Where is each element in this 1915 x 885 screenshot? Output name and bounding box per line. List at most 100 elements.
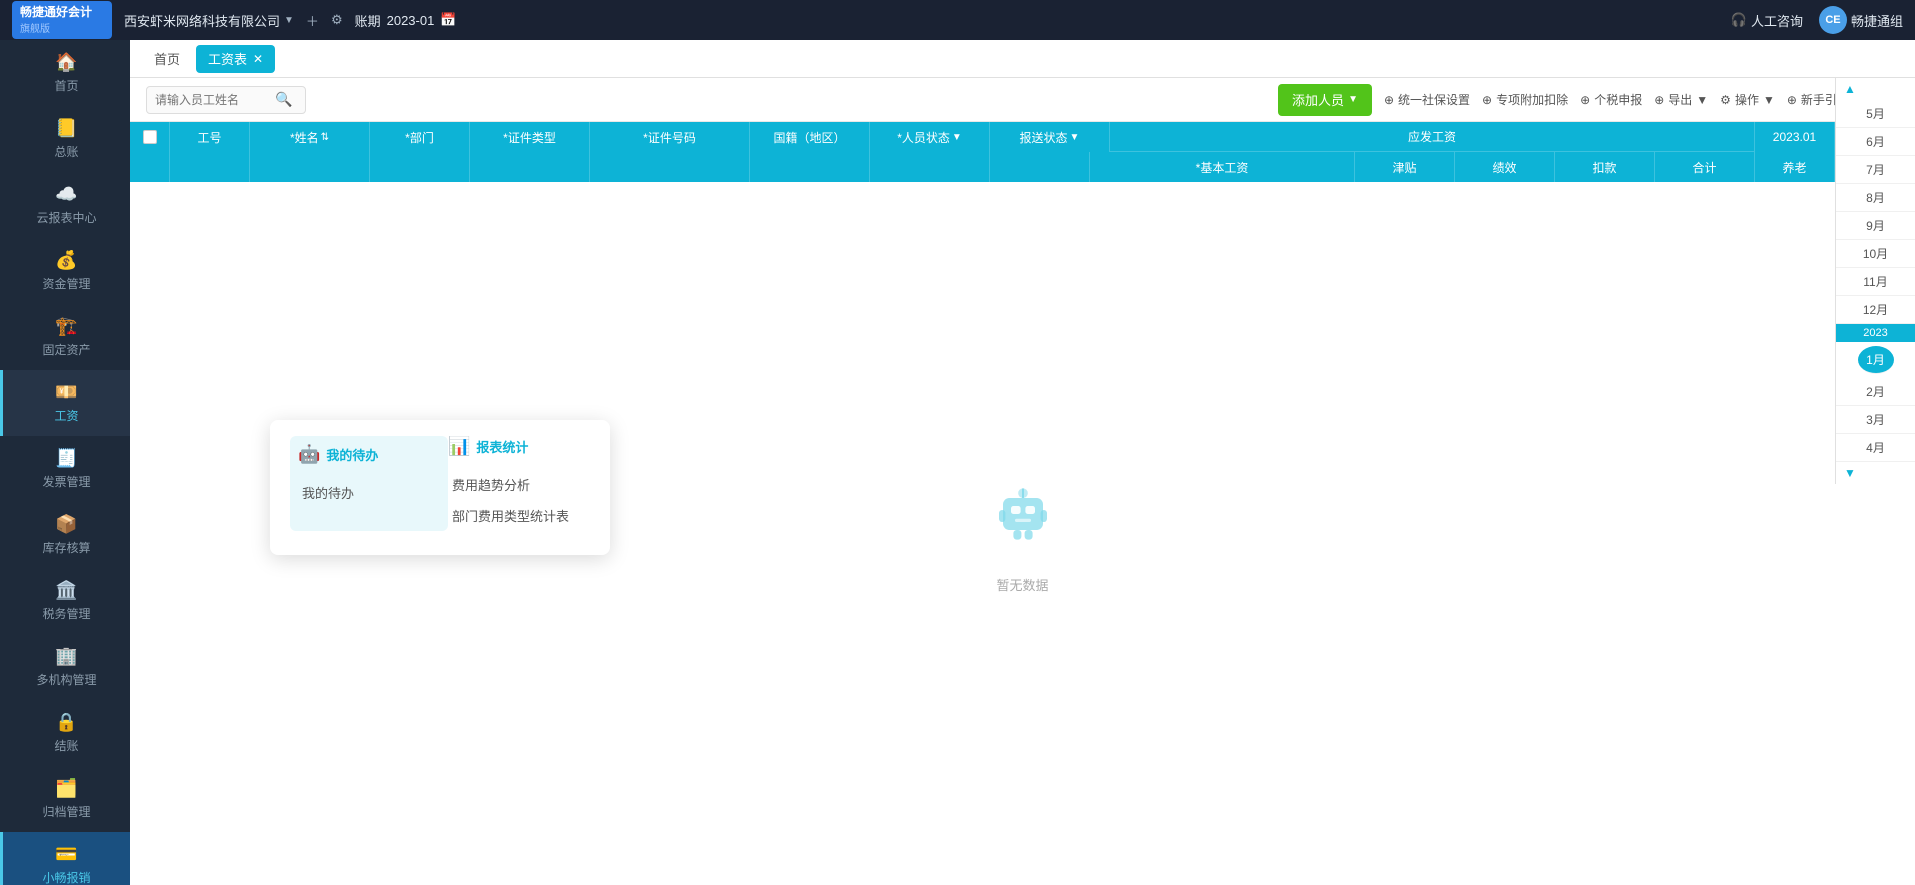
operation-btn[interactable]: ⚙ 操作 ▼: [1720, 91, 1775, 108]
top-bar: 畅捷通好会计 旗舰版 西安虾米网络科技有限公司 ▼ ＋ ⚙ 账期 2023-01…: [0, 0, 1915, 40]
month-item-4[interactable]: 4月: [1836, 434, 1915, 462]
sidebar-label-xiaochang: 小畅报销: [42, 869, 90, 885]
sort-xingming-icon[interactable]: ⇅: [321, 132, 329, 143]
invoice-icon: 🧾: [55, 448, 77, 469]
robot-icon: [983, 474, 1063, 554]
popup-col-report: 📊 报表统计 费用趋势分析 部门费用类型统计表: [448, 436, 590, 531]
popup-item-dept-cost[interactable]: 部门费用类型统计表: [448, 500, 590, 531]
sub-empty9: [990, 152, 1090, 182]
search-input[interactable]: [155, 93, 275, 107]
month-panel-nav-up[interactable]: ▲: [1836, 78, 1915, 100]
month-item-7[interactable]: 7月: [1836, 156, 1915, 184]
main-layout: 🏠 首页 📒 总账 ☁️ 云报表中心 💰 资金管理 🏗️ 固定资产 💴 工资 🧾…: [0, 40, 1915, 885]
sidebar-label-multi-org: 多机构管理: [36, 671, 96, 688]
month-item-5[interactable]: 5月: [1836, 100, 1915, 128]
sub-empty7: [750, 152, 870, 182]
yingfa-group-label: 应发工资: [1110, 122, 1754, 152]
popup-item-cost-trend[interactable]: 费用趋势分析: [448, 469, 590, 500]
month-nav-up-icon[interactable]: ▲: [1844, 82, 1856, 96]
export-dropdown-icon: ▼: [1696, 93, 1708, 107]
sidebar-label-closing: 结账: [54, 737, 78, 754]
popup-section: 🤖 我的待办 我的待办 📊 报表统计 费用趋势分析: [270, 436, 610, 539]
archive-icon: 🗂️: [55, 778, 77, 799]
chevron-down-icon: ▼: [284, 15, 294, 26]
individual-tax-btn[interactable]: ⊕ 个税申报: [1580, 91, 1642, 108]
month-item-3[interactable]: 3月: [1836, 406, 1915, 434]
sidebar-item-xiaochang[interactable]: 💳 小畅报销 ◀: [0, 832, 130, 885]
sidebar-item-invoice[interactable]: 🧾 发票管理: [0, 436, 130, 502]
todo-icon: 🤖: [298, 444, 320, 465]
empty-illustration: [983, 474, 1063, 559]
sidebar-item-cloud-report[interactable]: ☁️ 云报表中心: [0, 172, 130, 238]
month-item-9[interactable]: 9月: [1836, 212, 1915, 240]
customer-service-btn[interactable]: 🎧 人工咨询: [1731, 11, 1803, 30]
guide-toolbar-icon: ⊕: [1787, 93, 1797, 107]
user-area: 🎧 人工咨询 CE 畅捷通组: [1731, 6, 1903, 34]
month-panel-nav-down[interactable]: ▼: [1836, 462, 1915, 484]
special-deduct-btn[interactable]: ⊕ 专项附加扣除: [1482, 91, 1568, 108]
closing-icon: 🔒: [55, 712, 77, 733]
sidebar-label-salary: 工资: [54, 407, 78, 424]
sidebar-item-ledger[interactable]: 📒 总账: [0, 106, 130, 172]
settings-icon[interactable]: ⚙: [331, 12, 343, 28]
filter-renyuan-icon[interactable]: ▼: [952, 132, 962, 143]
company-selector[interactable]: 西安虾米网络科技有限公司 ▼: [124, 11, 294, 30]
filter-baosong-icon[interactable]: ▼: [1070, 132, 1080, 143]
company-name: 西安虾米网络科技有限公司: [124, 11, 280, 30]
user-profile-btn[interactable]: CE 畅捷通组: [1819, 6, 1903, 34]
period-area: 账期 2023-01 📅: [355, 11, 457, 30]
add-company-btn[interactable]: ＋: [306, 11, 319, 30]
sidebar-item-salary[interactable]: 💴 工资: [0, 370, 130, 436]
salary-icon: 💴: [55, 382, 77, 403]
th-renyuan[interactable]: *人员状态 ▼: [870, 122, 990, 152]
tax-icon: 🏛️: [55, 580, 77, 601]
sidebar-item-tax[interactable]: 🏛️ 税务管理: [0, 568, 130, 634]
tab-home-label: 首页: [154, 49, 180, 68]
th-xingming[interactable]: *姓名 ⇅: [250, 122, 370, 152]
sidebar-item-home[interactable]: 🏠 首页: [0, 40, 130, 106]
month-item-11[interactable]: 11月: [1836, 268, 1915, 296]
table-header: 工号 *姓名 ⇅ *部门 *证件类型 *证件号码 国籍（地区） *人员状态 ▼ …: [130, 122, 1915, 182]
month-item-12[interactable]: 12月: [1836, 296, 1915, 324]
th-zhengjian-num: *证件号码: [590, 122, 750, 152]
sidebar-item-closing[interactable]: 🔒 结账: [0, 700, 130, 766]
tab-home[interactable]: 首页: [142, 45, 192, 73]
month-item-10[interactable]: 10月: [1836, 240, 1915, 268]
sub-th-jiben: *基本工资: [1090, 152, 1355, 182]
sidebar-item-inventory[interactable]: 📦 库存核算: [0, 502, 130, 568]
sidebar-item-funds[interactable]: 💰 资金管理: [0, 238, 130, 304]
th-checkbox[interactable]: [130, 122, 170, 152]
th-gongxu: 工号: [170, 122, 250, 152]
assets-icon: 🏗️: [55, 316, 77, 337]
popup-col-report-title: 📊 报表统计: [448, 436, 590, 457]
month-item-1-active[interactable]: 1月: [1858, 346, 1894, 374]
dropdown-popup: 🤖 我的待办 我的待办 📊 报表统计 费用趋势分析: [270, 420, 610, 555]
th-baosong[interactable]: 报送状态 ▼: [990, 122, 1110, 152]
calendar-icon[interactable]: 📅: [440, 12, 456, 28]
month-item-6[interactable]: 6月: [1836, 128, 1915, 156]
social-insurance-btn[interactable]: ⊕ 统一社保设置: [1384, 91, 1470, 108]
month-nav-down-icon[interactable]: ▼: [1844, 466, 1856, 480]
add-person-button[interactable]: 添加人员 ▼: [1278, 84, 1372, 116]
search-box[interactable]: 🔍: [146, 86, 306, 114]
popup-item-my-todo[interactable]: 我的待办: [298, 477, 440, 508]
year-label-2023: 2023: [1836, 324, 1915, 342]
sidebar-item-archive[interactable]: 🗂️ 归档管理: [0, 766, 130, 832]
app-title: 畅捷通好会计: [20, 5, 92, 19]
month-item-2[interactable]: 2月: [1836, 378, 1915, 406]
tab-close-icon[interactable]: ✕: [253, 52, 263, 66]
app-sub: 旗舰版: [20, 20, 92, 35]
month-item-8[interactable]: 8月: [1836, 184, 1915, 212]
search-icon[interactable]: 🔍: [275, 91, 292, 108]
export-btn[interactable]: ⊕ 导出 ▼: [1654, 91, 1708, 108]
sidebar-item-multi-org[interactable]: 🏢 多机构管理: [0, 634, 130, 700]
report-icon: 📊: [448, 436, 470, 457]
logo-area[interactable]: 畅捷通好会计 旗舰版: [12, 1, 112, 38]
sub-empty2: [170, 152, 250, 182]
header-checkbox[interactable]: [143, 130, 157, 144]
tab-salary-table[interactable]: 工资表 ✕: [196, 45, 275, 73]
export-label: 导出: [1668, 91, 1692, 108]
sidebar-label-tax: 税务管理: [42, 605, 90, 622]
headset-icon: 🎧: [1731, 12, 1747, 28]
sidebar-item-fixed-assets[interactable]: 🏗️ 固定资产: [0, 304, 130, 370]
